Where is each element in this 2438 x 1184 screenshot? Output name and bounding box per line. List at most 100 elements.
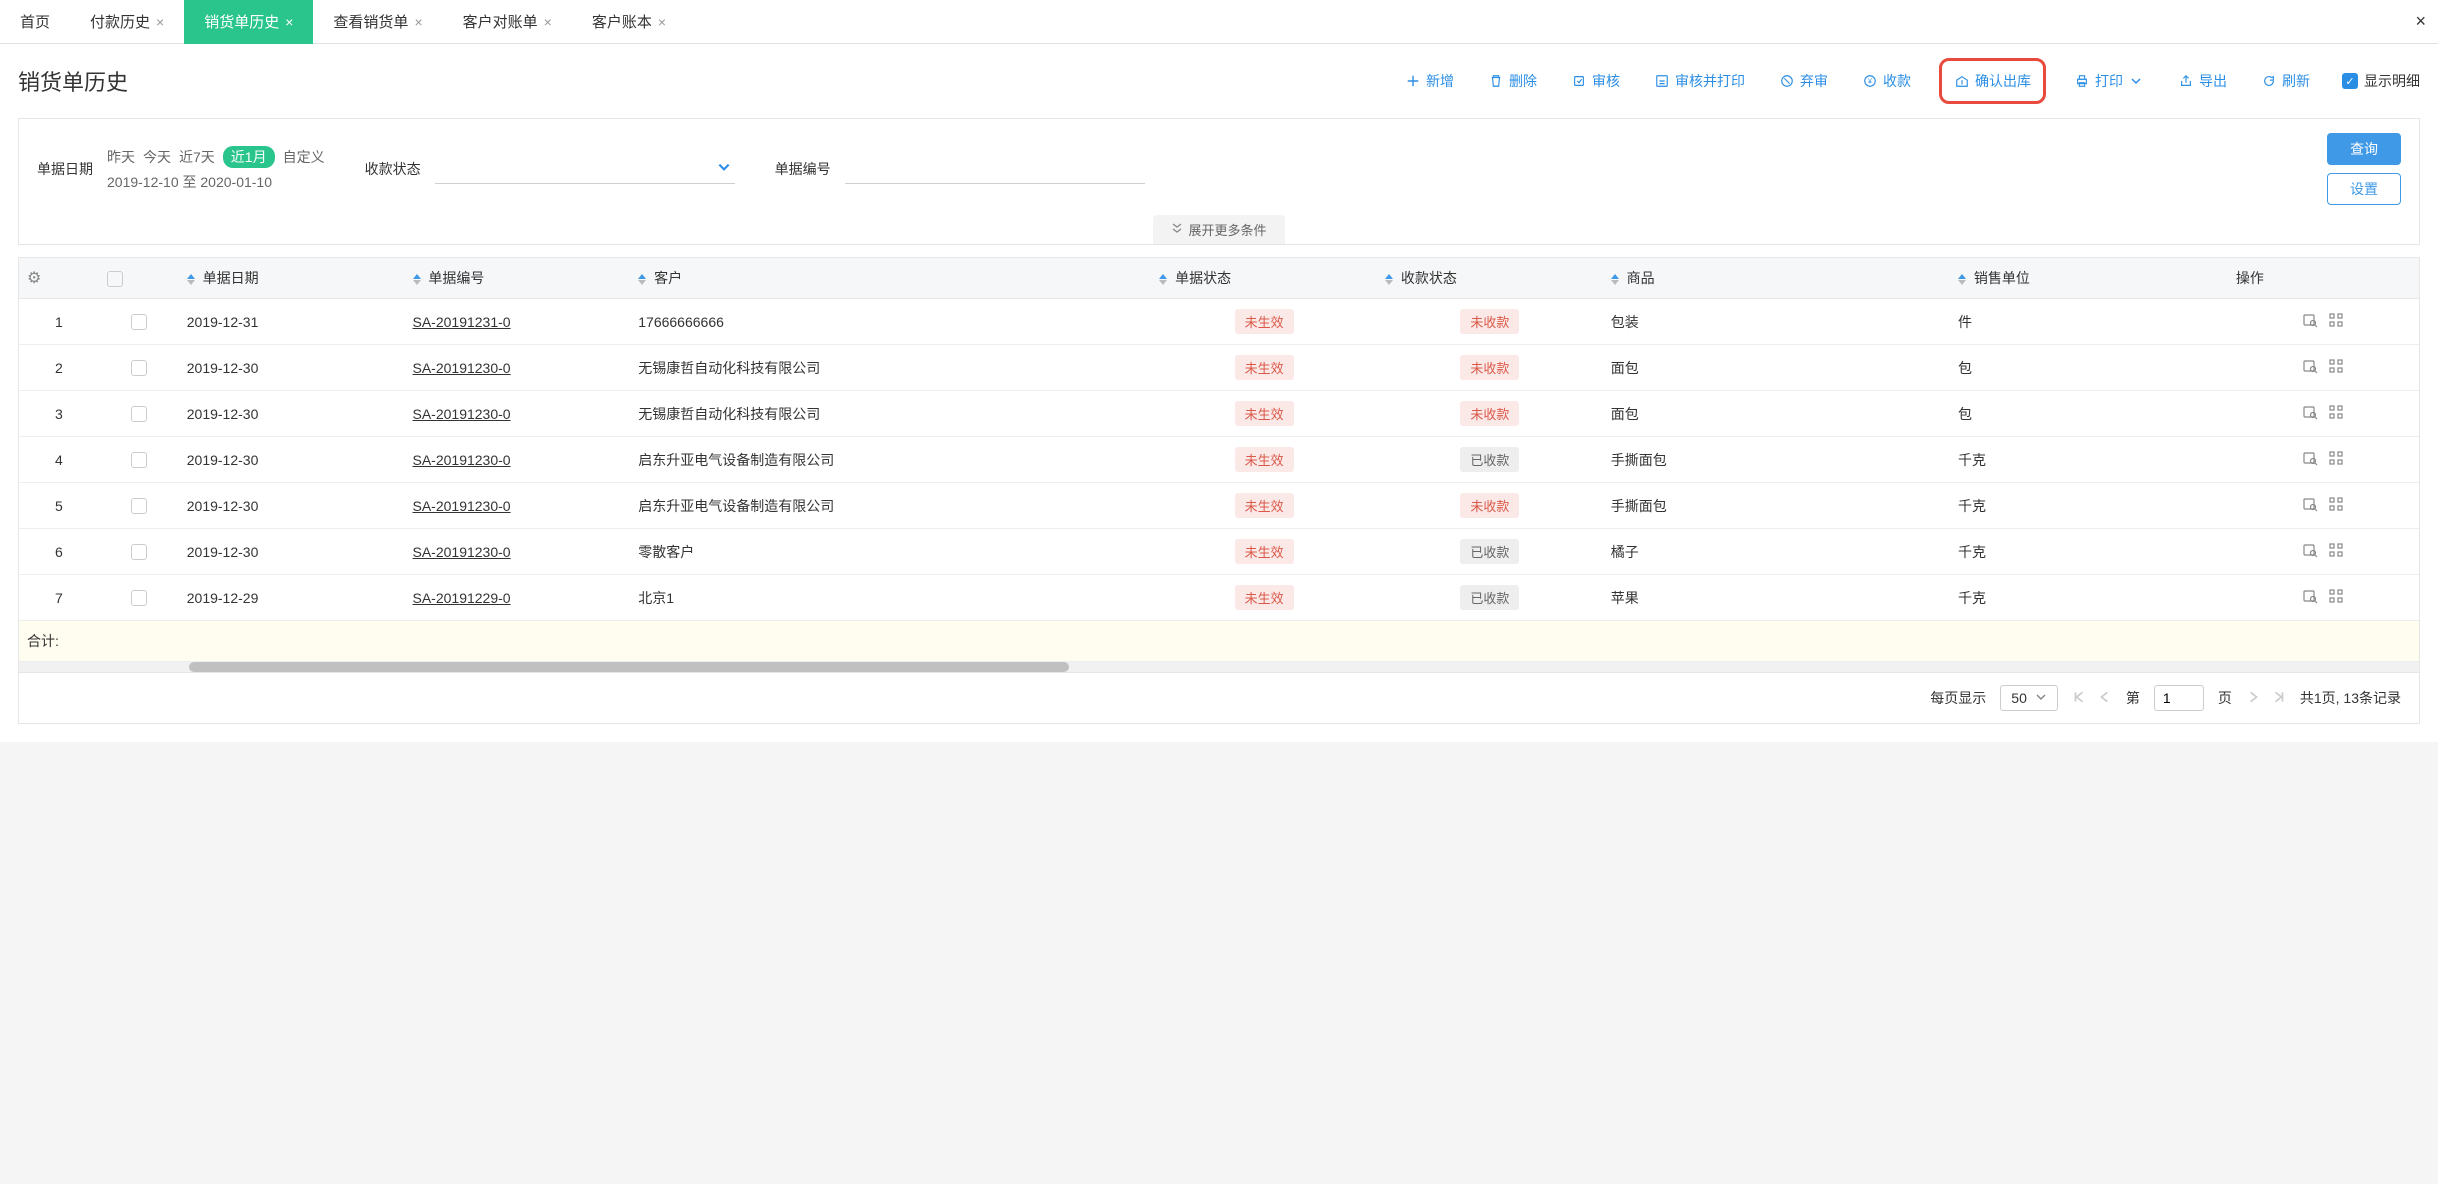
checkbox-icon[interactable]	[131, 360, 147, 376]
cell-customer: 北京1	[630, 575, 1151, 621]
cell-ops	[2228, 529, 2419, 575]
tab-payment-history[interactable]: 付款历史 ×	[70, 0, 184, 44]
docno-input[interactable]	[845, 155, 1145, 184]
settings-button[interactable]: 设置	[2327, 173, 2401, 205]
row-checkbox-cell	[99, 529, 179, 575]
show-detail-toggle[interactable]: ✓ 显示明细	[2342, 71, 2420, 91]
export-button[interactable]: 导出	[2172, 65, 2233, 97]
pay-status-select[interactable]	[435, 154, 735, 184]
more-icon[interactable]	[2328, 588, 2344, 607]
checkbox-icon[interactable]	[131, 544, 147, 560]
per-page-select[interactable]: 50	[2000, 685, 2058, 711]
more-icon[interactable]	[2328, 312, 2344, 331]
cell-doc-status: 未生效	[1151, 437, 1377, 483]
refresh-button[interactable]: 刷新	[2255, 65, 2316, 97]
date-range-display[interactable]: 2019-12-10 至 2020-01-10	[107, 172, 325, 192]
view-icon[interactable]	[2302, 404, 2318, 423]
tab-customer-ledger[interactable]: 客户账本 ×	[572, 0, 686, 44]
tab-view-sales-order[interactable]: 查看销货单 ×	[313, 0, 442, 44]
expand-label: 展开更多条件	[1188, 220, 1266, 239]
date-quick-last-month[interactable]: 近1月	[223, 146, 275, 168]
col-header-date[interactable]: 单据日期	[179, 258, 405, 299]
collect-button[interactable]: ¥ 收款	[1856, 65, 1917, 97]
col-header-checkbox[interactable]	[99, 258, 179, 299]
audit-print-button[interactable]: 审核并打印	[1648, 65, 1751, 97]
view-icon[interactable]	[2302, 542, 2318, 561]
table-row: 4 2019-12-30 SA-20191230-0 启东升亚电气设备制造有限公…	[19, 437, 2419, 483]
scrollbar-thumb[interactable]	[189, 662, 1069, 672]
cell-product: 包装	[1603, 299, 1950, 345]
view-icon[interactable]	[2302, 312, 2318, 331]
col-header-customer[interactable]: 客户	[630, 258, 1151, 299]
docno-link[interactable]: SA-20191231-0	[413, 314, 511, 330]
more-icon[interactable]	[2328, 404, 2344, 423]
docno-filter: 单据编号	[775, 155, 1145, 184]
tab-label: 首页	[20, 11, 50, 32]
close-icon[interactable]: ×	[658, 14, 666, 30]
docno-link[interactable]: SA-20191230-0	[413, 498, 511, 514]
date-quick-custom[interactable]: 自定义	[283, 147, 325, 167]
tab-label: 查看销货单	[333, 11, 408, 32]
print-button[interactable]: 打印	[2068, 65, 2150, 97]
more-icon[interactable]	[2328, 358, 2344, 377]
docno-link[interactable]: SA-20191230-0	[413, 544, 511, 560]
close-icon[interactable]: ×	[544, 14, 552, 30]
checkbox-icon[interactable]	[131, 452, 147, 468]
first-page-icon[interactable]	[2072, 690, 2086, 707]
tab-home[interactable]: 首页	[0, 0, 70, 44]
checkbox-icon[interactable]	[131, 314, 147, 330]
row-index: 2	[19, 345, 99, 391]
last-page-icon[interactable]	[2272, 690, 2286, 707]
checkbox-icon[interactable]	[131, 590, 147, 606]
col-header-docno[interactable]: 单据编号	[405, 258, 631, 299]
close-icon[interactable]: ×	[156, 14, 164, 30]
delete-button[interactable]: 删除	[1482, 65, 1543, 97]
pay-status-filter: 收款状态	[365, 154, 735, 184]
checkbox-icon[interactable]	[131, 498, 147, 514]
cell-customer: 启东升亚电气设备制造有限公司	[630, 437, 1151, 483]
expand-filters-button[interactable]: 展开更多条件	[1153, 215, 1284, 244]
view-icon[interactable]	[2302, 450, 2318, 469]
docno-link[interactable]: SA-20191230-0	[413, 360, 511, 376]
view-icon[interactable]	[2302, 496, 2318, 515]
prev-page-icon[interactable]	[2098, 690, 2112, 707]
close-all-tabs-icon[interactable]: ×	[2415, 11, 2426, 32]
checkbox-icon[interactable]	[131, 406, 147, 422]
col-header-doc-status[interactable]: 单据状态	[1151, 258, 1377, 299]
docno-link[interactable]: SA-20191230-0	[413, 406, 511, 422]
new-button[interactable]: 新增	[1399, 65, 1460, 97]
status-badge: 未收款	[1460, 493, 1519, 518]
cell-product: 橘子	[1603, 529, 1950, 575]
view-icon[interactable]	[2302, 588, 2318, 607]
docno-link[interactable]: SA-20191230-0	[413, 452, 511, 468]
more-icon[interactable]	[2328, 542, 2344, 561]
col-header-pay-status[interactable]: 收款状态	[1377, 258, 1603, 299]
button-label: 刷新	[2282, 71, 2310, 91]
docno-link[interactable]: SA-20191229-0	[413, 590, 511, 606]
col-header-unit[interactable]: 销售单位	[1950, 258, 2228, 299]
tab-customer-statement[interactable]: 客户对账单 ×	[443, 0, 572, 44]
horizontal-scrollbar[interactable]	[19, 662, 2419, 672]
cell-date: 2019-12-30	[179, 437, 405, 483]
date-quick-last7[interactable]: 近7天	[179, 147, 215, 167]
checkbox-icon[interactable]	[107, 271, 123, 287]
more-icon[interactable]	[2328, 450, 2344, 469]
page-input[interactable]	[2154, 685, 2204, 711]
view-icon[interactable]	[2302, 358, 2318, 377]
date-quick-yesterday[interactable]: 昨天	[107, 147, 135, 167]
close-icon[interactable]: ×	[285, 14, 293, 30]
more-icon[interactable]	[2328, 496, 2344, 515]
col-header-product[interactable]: 商品	[1603, 258, 1950, 299]
confirm-outbound-button[interactable]: 确认出库	[1939, 58, 2046, 104]
date-quick-today[interactable]: 今天	[143, 147, 171, 167]
search-button[interactable]: 查询	[2327, 133, 2401, 165]
audit-button[interactable]: 审核	[1565, 65, 1626, 97]
next-page-icon[interactable]	[2246, 690, 2260, 707]
trash-icon	[1488, 73, 1504, 89]
col-header-settings[interactable]: ⚙	[19, 258, 99, 299]
table-row: 3 2019-12-30 SA-20191230-0 无锡康哲自动化科技有限公司…	[19, 391, 2419, 437]
unaudit-button[interactable]: 弃审	[1773, 65, 1834, 97]
tab-sales-order-history[interactable]: 销货单历史 ×	[184, 0, 313, 44]
filter-panel: 单据日期 昨天 今天 近7天 近1月 自定义 2019-12-10 至 2020…	[18, 118, 2420, 245]
close-icon[interactable]: ×	[414, 14, 422, 30]
